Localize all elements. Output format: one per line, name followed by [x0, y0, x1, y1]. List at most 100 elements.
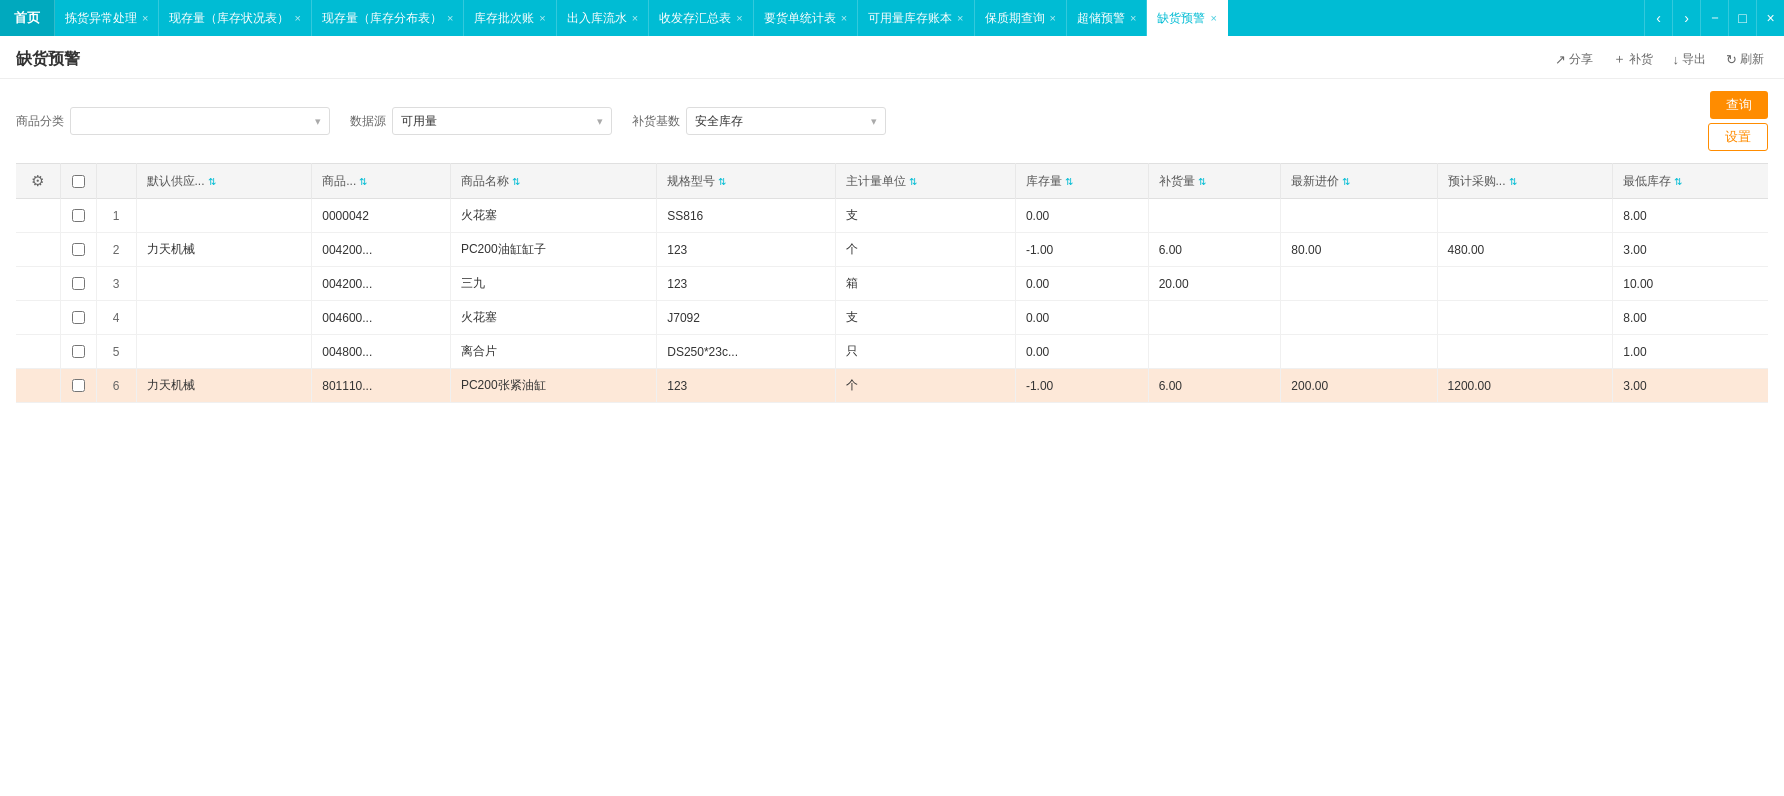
nav-tabs: 拣货异常处理×现存量（库存状况表）×现存量（库存分布表）×库存批次账×出入库流水…	[55, 0, 1644, 36]
nav-tab-tab7[interactable]: 要货单统计表×	[754, 0, 858, 36]
table-row[interactable]: 10000042火花塞SS816支0.008.00	[16, 199, 1768, 233]
replenish-base-filter: 补货基数 安全库存 ▾	[632, 107, 886, 135]
th-spec[interactable]: 规格型号 ⇅	[657, 164, 836, 199]
nav-tab-tab3[interactable]: 现存量（库存分布表）×	[312, 0, 464, 36]
nav-tab-label-tab6: 收发存汇总表	[659, 10, 731, 27]
cell-unit: 个	[836, 369, 1016, 403]
nav-tab-close-tab9[interactable]: ×	[1050, 12, 1056, 24]
nav-right-arrow[interactable]: ›	[1672, 0, 1700, 36]
nav-tab-label-tab10: 超储预警	[1077, 10, 1125, 27]
row-checkbox[interactable]	[72, 311, 85, 324]
datasource-label: 数据源	[350, 113, 386, 130]
cell-product_name: PC200张紧油缸	[450, 369, 656, 403]
cell-stock_qty: 0.00	[1015, 335, 1148, 369]
cell-replenish_qty	[1148, 301, 1281, 335]
nav-left-arrow[interactable]: ‹	[1644, 0, 1672, 36]
nav-tab-close-tab6[interactable]: ×	[736, 12, 742, 24]
th-product-code[interactable]: 商品... ⇅	[312, 164, 451, 199]
nav-tab-close-tab2[interactable]: ×	[294, 12, 300, 24]
nav-tab-close-tab10[interactable]: ×	[1130, 12, 1136, 24]
cell-unit: 支	[836, 199, 1016, 233]
cell-product_code: 004800...	[312, 335, 451, 369]
nav-tab-close-tab5[interactable]: ×	[632, 12, 638, 24]
table-row[interactable]: 3004200...三九123箱0.0020.0010.00	[16, 267, 1768, 301]
nav-tab-close-tab8[interactable]: ×	[957, 12, 963, 24]
th-estimated-purchase[interactable]: 预计采购... ⇅	[1437, 164, 1613, 199]
refresh-button[interactable]: ↻ 刷新	[1722, 49, 1768, 70]
th-latest-price[interactable]: 最新进价 ⇅	[1281, 164, 1437, 199]
row-checkbox[interactable]	[72, 209, 85, 222]
nav-home[interactable]: 首页	[0, 0, 55, 36]
table-row[interactable]: 4004600...火花塞J7092支0.008.00	[16, 301, 1768, 335]
nav-tab-tab1[interactable]: 拣货异常处理×	[55, 0, 159, 36]
cell-unit: 箱	[836, 267, 1016, 301]
nav-tab-label-tab11: 缺货预警	[1157, 10, 1205, 27]
nav-tab-tab5[interactable]: 出入库流水 ×	[557, 0, 649, 36]
filter-actions: 查询 设置	[1708, 91, 1768, 151]
cell-product_code: 004200...	[312, 233, 451, 267]
th-estimated-purchase-label: 预计采购...	[1448, 173, 1506, 190]
top-nav: 首页 拣货异常处理×现存量（库存状况表）×现存量（库存分布表）×库存批次账×出入…	[0, 0, 1784, 36]
share-icon: ↗	[1555, 52, 1566, 67]
cell-product_name: 三九	[450, 267, 656, 301]
header-actions: ↗ 分享 ＋ 补货 ↓ 导出 ↻ 刷新	[1551, 48, 1769, 70]
cell-product_name: 火花塞	[450, 301, 656, 335]
th-unit-sort-icon: ⇅	[909, 176, 917, 187]
table-row[interactable]: 2力天机械004200...PC200油缸缸子123个-1.006.0080.0…	[16, 233, 1768, 267]
nav-tab-tab4[interactable]: 库存批次账×	[464, 0, 556, 36]
nav-tab-close-tab7[interactable]: ×	[841, 12, 847, 24]
replenish-button[interactable]: ＋ 补货	[1609, 48, 1657, 70]
nav-tab-tab2[interactable]: 现存量（库存状况表）×	[159, 0, 311, 36]
row-checkbox[interactable]	[72, 345, 85, 358]
nav-tab-label-tab8: 可用量库存账本	[868, 10, 952, 27]
cell-spec: J7092	[657, 301, 836, 335]
nav-tab-close-tab4[interactable]: ×	[539, 12, 545, 24]
select-all-checkbox[interactable]	[72, 175, 85, 188]
th-min-stock[interactable]: 最低库存 ⇅	[1613, 164, 1768, 199]
th-stock-qty[interactable]: 库存量 ⇅	[1015, 164, 1148, 199]
window-minimize-btn[interactable]: －	[1700, 0, 1728, 36]
datasource-select[interactable]: 可用量 ▾	[392, 107, 612, 135]
nav-tab-tab6[interactable]: 收发存汇总表 ×	[649, 0, 753, 36]
filter-area: 商品分类 ▾ 数据源 可用量 ▾ 补货基数 安全库存 ▾ 查询 设置	[0, 79, 1784, 163]
table-container: ⚙ 默认供应... ⇅	[0, 163, 1784, 403]
nav-tab-tab8[interactable]: 可用量库存账本 ×	[858, 0, 974, 36]
page-content: 缺货预警 ↗ 分享 ＋ 补货 ↓ 导出 ↻ 刷新 商品分类	[0, 36, 1784, 796]
nav-tab-close-tab3[interactable]: ×	[447, 12, 453, 24]
table-row[interactable]: 6力天机械801110...PC200张紧油缸123个-1.006.00200.…	[16, 369, 1768, 403]
nav-tab-tab10[interactable]: 超储预警 ×	[1067, 0, 1147, 36]
cell-product_code: 0000042	[312, 199, 451, 233]
query-button[interactable]: 查询	[1710, 91, 1768, 119]
share-button[interactable]: ↗ 分享	[1551, 49, 1597, 70]
column-settings-gear-icon[interactable]: ⚙	[26, 172, 50, 190]
cell-default_supplier	[136, 267, 312, 301]
table-row[interactable]: 5004800...离合片DS250*23c...只0.001.00	[16, 335, 1768, 369]
category-chevron-icon: ▾	[315, 115, 321, 128]
row-index: 6	[96, 369, 136, 403]
row-settings-cell	[16, 301, 60, 335]
export-button[interactable]: ↓ 导出	[1669, 49, 1711, 70]
cell-product_name: PC200油缸缸子	[450, 233, 656, 267]
row-checkbox[interactable]	[72, 277, 85, 290]
row-checkbox[interactable]	[72, 379, 85, 392]
nav-tab-tab11[interactable]: 缺货预警 ×	[1147, 0, 1227, 36]
cell-default_supplier	[136, 335, 312, 369]
window-maximize-btn[interactable]: □	[1728, 0, 1756, 36]
cell-stock_qty: 0.00	[1015, 199, 1148, 233]
cell-unit: 只	[836, 335, 1016, 369]
window-close-btn[interactable]: ×	[1756, 0, 1784, 36]
replenish-base-select[interactable]: 安全库存 ▾	[686, 107, 886, 135]
cell-estimated_purchase	[1437, 267, 1613, 301]
th-default-supplier[interactable]: 默认供应... ⇅	[136, 164, 312, 199]
nav-tab-tab9[interactable]: 保质期查询×	[975, 0, 1067, 36]
setting-button[interactable]: 设置	[1708, 123, 1768, 151]
nav-tab-label-tab5: 出入库流水	[567, 10, 627, 27]
th-product-name[interactable]: 商品名称 ⇅	[450, 164, 656, 199]
th-unit[interactable]: 主计量单位 ⇅	[836, 164, 1016, 199]
nav-tab-close-tab1[interactable]: ×	[142, 12, 148, 24]
category-select[interactable]: ▾	[70, 107, 330, 135]
nav-tab-close-tab11[interactable]: ×	[1210, 12, 1216, 24]
th-replenish-qty[interactable]: 补货量 ⇅	[1148, 164, 1281, 199]
row-checkbox[interactable]	[72, 243, 85, 256]
row-checkbox-cell	[60, 233, 96, 267]
